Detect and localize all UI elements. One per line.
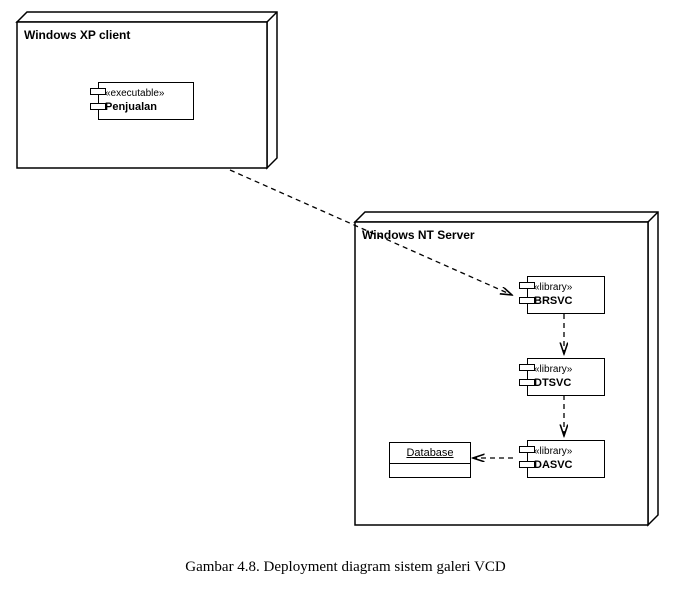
- component-plug-icon: [90, 103, 106, 110]
- component-plug-icon: [519, 282, 535, 289]
- component-plug-icon: [519, 379, 535, 386]
- node-client-label: Windows XP client: [24, 28, 130, 42]
- component-dtsvc: «library» DTSVC: [527, 358, 605, 396]
- node-server-label: Windows NT Server: [362, 228, 475, 242]
- component-plug-icon: [519, 446, 535, 453]
- component-dasvc-stereotype: «library»: [534, 445, 598, 458]
- component-dasvc: «library» DASVC: [527, 440, 605, 478]
- component-dasvc-name: DASVC: [534, 458, 598, 472]
- component-brsvc: «library» BRSVC: [527, 276, 605, 314]
- component-dtsvc-name: DTSVC: [534, 376, 598, 390]
- component-plug-icon: [519, 364, 535, 371]
- component-brsvc-name: BRSVC: [534, 294, 598, 308]
- component-penjualan: «executable» Penjualan: [98, 82, 194, 120]
- component-dtsvc-stereotype: «library»: [534, 363, 598, 376]
- figure-caption: Gambar 4.8. Deployment diagram sistem ga…: [0, 559, 691, 576]
- component-plug-icon: [519, 461, 535, 468]
- component-penjualan-name: Penjualan: [105, 100, 187, 114]
- component-penjualan-stereotype: «executable»: [105, 87, 187, 100]
- component-plug-icon: [519, 297, 535, 304]
- database-label: Database: [390, 447, 470, 459]
- database-object: Database: [389, 442, 471, 478]
- component-plug-icon: [90, 88, 106, 95]
- component-brsvc-stereotype: «library»: [534, 281, 598, 294]
